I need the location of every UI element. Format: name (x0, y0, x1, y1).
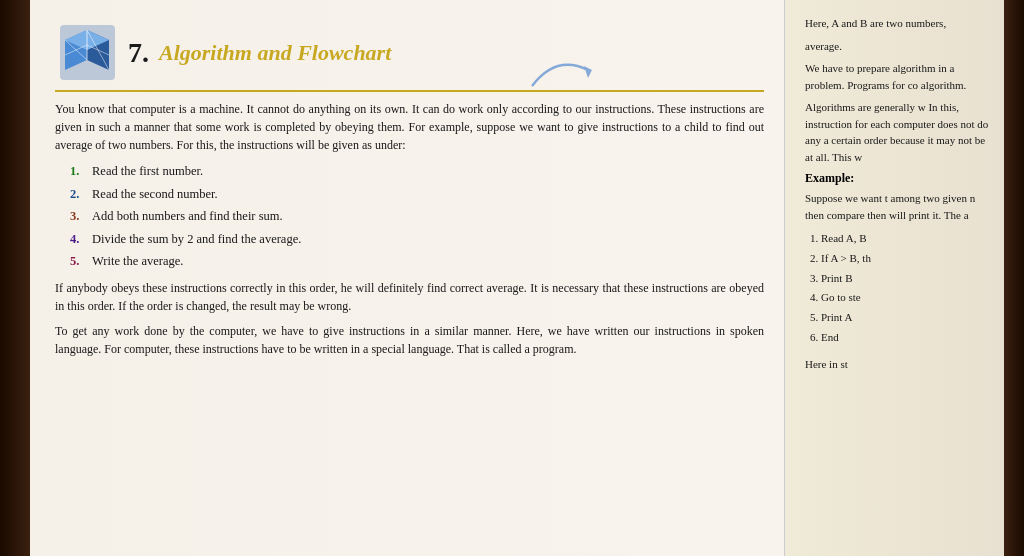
example-label: Example: (805, 171, 989, 186)
step-num-4: 4. (70, 228, 92, 251)
right-step-num-4: 4. (810, 291, 818, 303)
list-item: 5. Print A (810, 308, 989, 328)
right-para2: Algorithms are generally w In this, inst… (805, 99, 989, 165)
step-num-2: 2. (70, 183, 92, 206)
right-step-text-6: End (821, 331, 839, 343)
list-item: 4. Divide the sum by 2 and find the aver… (70, 228, 764, 251)
chapter-number: 7. (128, 37, 149, 69)
right-step-text-2: If A > B, th (821, 252, 871, 264)
svg-marker-9 (584, 66, 592, 78)
body-para-1: If anybody obeys these instructions corr… (55, 279, 764, 316)
chapter-title: Algorithm and Flowchart (159, 40, 391, 66)
right-step-num-5: 5. (810, 311, 818, 323)
arrow-decoration (524, 45, 604, 95)
chapter-header: 7. Algorithm and Flowchart (55, 20, 764, 92)
step-text-5: Write the average. (92, 250, 183, 273)
list-item: 3. Print B (810, 269, 989, 289)
step-text-2: Read the second number. (92, 183, 218, 206)
right-step-text-4: Go to ste (821, 291, 861, 303)
right-step-text-5: Print A (821, 311, 852, 323)
body-para-2: To get any work done by the computer, we… (55, 322, 764, 359)
right-footer: Here in st (805, 356, 989, 373)
right-line1: Here, A and B are two numbers, (805, 15, 989, 32)
list-item: 1. Read A, B (810, 229, 989, 249)
right-step-num-6: 6. (810, 331, 818, 343)
right-steps-list: 1. Read A, B 2. If A > B, th 3. Print B … (810, 229, 989, 348)
list-item: 1. Read the first number. (70, 160, 764, 183)
step-num-1: 1. (70, 160, 92, 183)
page-container: 7. Algorithm and Flowchart You know that… (0, 0, 1024, 556)
list-item: 5. Write the average. (70, 250, 764, 273)
right-step-num-3: 3. (810, 272, 818, 284)
step-text-1: Read the first number. (92, 160, 203, 183)
right-line2: average. (805, 38, 989, 55)
list-item: 2. If A > B, th (810, 249, 989, 269)
step-text-3: Add both numbers and find their sum. (92, 205, 283, 228)
right-page: Here, A and B are two numbers, average. … (784, 0, 1004, 556)
right-step-text-3: Print B (821, 272, 852, 284)
right-step-num-2: 2. (810, 252, 818, 264)
list-item: 2. Read the second number. (70, 183, 764, 206)
steps-list: 1. Read the first number. 2. Read the se… (70, 160, 764, 273)
cube-icon (55, 20, 120, 85)
step-num-5: 5. (70, 250, 92, 273)
example-intro: Suppose we want t among two given n then… (805, 190, 989, 223)
right-para1: We have to prepare algorithm in a proble… (805, 60, 989, 93)
right-step-num-1: 1. (810, 232, 818, 244)
list-item: 3. Add both numbers and find their sum. (70, 205, 764, 228)
right-edge (1004, 0, 1024, 556)
left-edge (0, 0, 30, 556)
list-item: 4. Go to ste (810, 288, 989, 308)
main-page: 7. Algorithm and Flowchart You know that… (30, 0, 784, 556)
right-step-text-1: Read A, B (821, 232, 867, 244)
step-num-3: 3. (70, 205, 92, 228)
list-item: 6. End (810, 328, 989, 348)
intro-text: You know that computer is a machine. It … (55, 100, 764, 154)
step-text-4: Divide the sum by 2 and find the average… (92, 228, 301, 251)
